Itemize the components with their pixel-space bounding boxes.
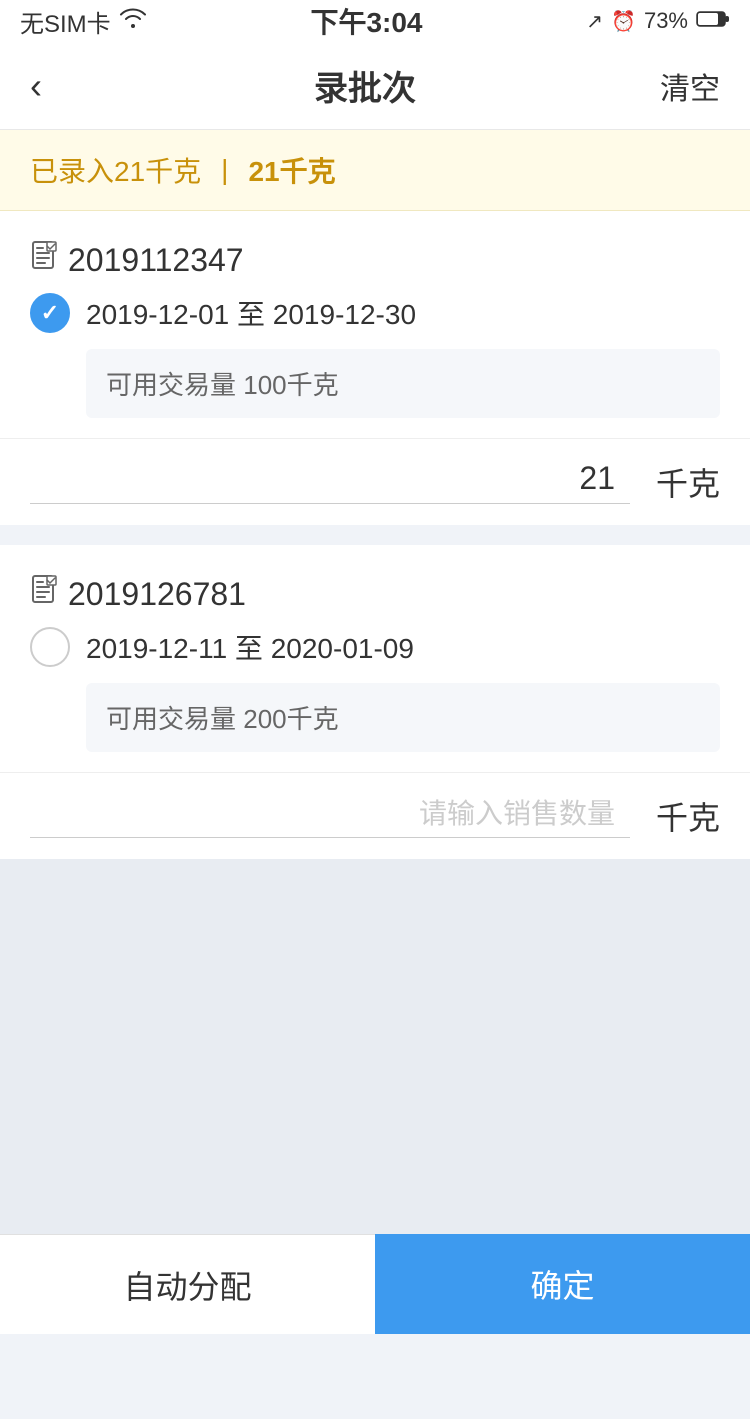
qty-unit-2: 千克: [656, 793, 720, 839]
status-time: 下午3:04: [310, 1, 422, 41]
batch-radio-2[interactable]: [30, 627, 70, 667]
batch-date-row-1[interactable]: 2019-12-01 至 2019-12-30: [30, 293, 720, 333]
confirm-button[interactable]: 确定: [375, 1234, 750, 1334]
available-qty-box-2: 可用交易量 200千克: [86, 683, 720, 752]
qty-input-wrap-1: [30, 460, 630, 504]
batch-date-row-2[interactable]: 2019-12-11 至 2020-01-09: [30, 627, 720, 667]
bottom-bar: 自动分配 确定: [0, 1234, 750, 1334]
batch-date-1: 2019-12-01 至 2019-12-30: [86, 293, 416, 333]
batch-card-2: 2019126781 2019-12-11 至 2020-01-09 可用交易量…: [0, 545, 750, 772]
batch-doc-icon-1: [30, 241, 60, 279]
battery-percent: 73%: [644, 8, 688, 34]
qty-unit-1: 千克: [656, 459, 720, 505]
available-qty-value-2: 200千克: [243, 704, 338, 734]
qty-input-wrap-2: [30, 794, 630, 838]
summary-value: 21千克: [248, 150, 335, 190]
location-icon: ↗: [586, 9, 603, 34]
status-right: ↗ ⏰ 73%: [586, 7, 730, 35]
wifi-icon: [119, 7, 147, 35]
batch-header-2: 2019126781: [30, 575, 720, 613]
qty-input-2[interactable]: [210, 794, 630, 831]
summary-label: 已录入21千克: [30, 150, 201, 190]
back-button[interactable]: ‹: [30, 65, 90, 107]
nav-bar: ‹ 录批次 清空: [0, 42, 750, 130]
summary-bar: 已录入21千克 | 21千克: [0, 130, 750, 211]
qty-input-1[interactable]: [210, 460, 630, 497]
batch-date-2: 2019-12-11 至 2020-01-09: [86, 627, 414, 667]
battery-icon: [696, 7, 730, 35]
sim-text: 无SIM卡: [20, 4, 111, 39]
available-label-1: 可用交易量: [106, 370, 236, 400]
auto-distribute-button[interactable]: 自动分配: [0, 1234, 375, 1334]
status-bar: 无SIM卡 下午3:04 ↗ ⏰ 73%: [0, 0, 750, 42]
available-qty-box-1: 可用交易量 100千克: [86, 349, 720, 418]
qty-row-1: 千克: [0, 438, 750, 525]
status-left: 无SIM卡: [20, 4, 147, 39]
alarm-icon: ⏰: [611, 9, 636, 34]
batch-header-1: 2019112347: [30, 241, 720, 279]
summary-divider: |: [221, 154, 228, 186]
available-label-2: 可用交易量: [106, 704, 236, 734]
batch-doc-icon-2: [30, 575, 60, 613]
clear-button[interactable]: 清空: [640, 64, 720, 108]
batch-radio-1[interactable]: [30, 293, 70, 333]
qty-row-2: 千克: [0, 772, 750, 859]
available-qty-value-1: 100千克: [243, 370, 338, 400]
batch-card-1: 2019112347 2019-12-01 至 2019-12-30 可用交易量…: [0, 211, 750, 438]
batch-id-1: 2019112347: [68, 242, 244, 279]
batch-id-2: 2019126781: [68, 576, 246, 613]
page-title: 录批次: [314, 61, 416, 110]
card-separator-1: [0, 525, 750, 545]
